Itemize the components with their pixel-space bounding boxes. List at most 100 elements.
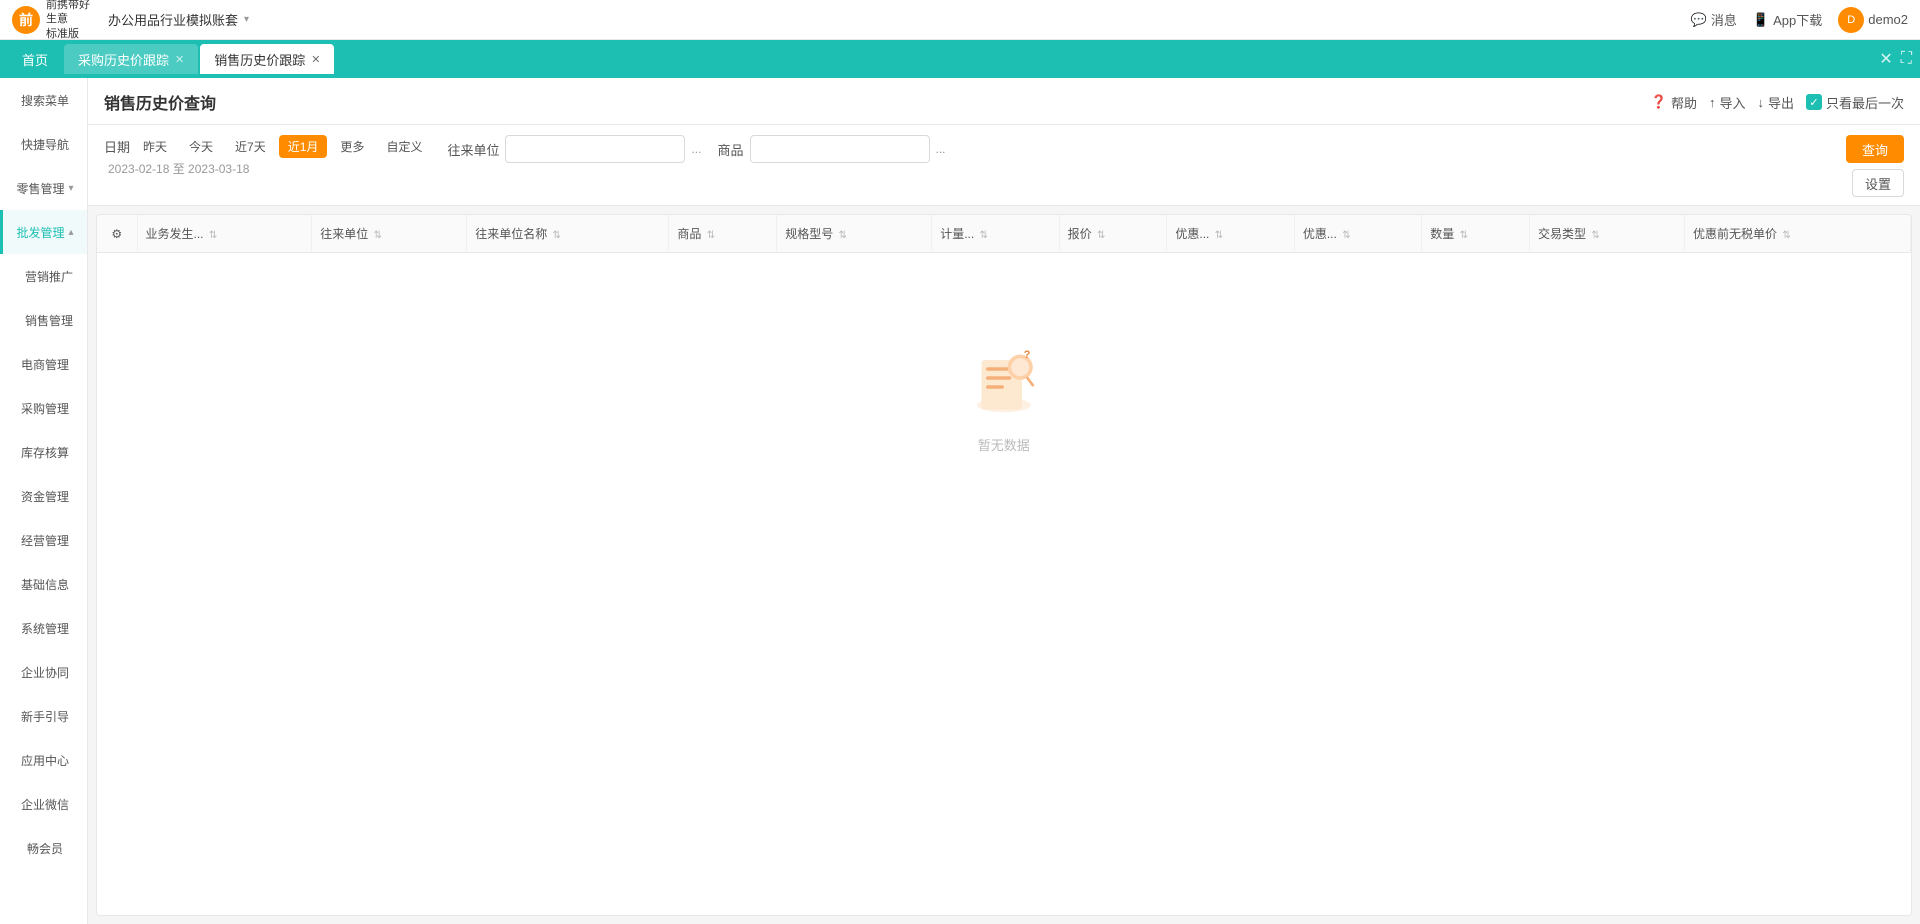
th-unit[interactable]: 计量... ⇅ xyxy=(932,215,1059,253)
th-product[interactable]: 商品 ⇅ xyxy=(669,215,777,253)
product-dots[interactable]: ... xyxy=(936,142,946,156)
logo-text: 前携带好生意 标准版 xyxy=(46,0,100,41)
sidebar-item-newcomer[interactable]: 新手引导 xyxy=(0,694,87,738)
date-btn-last7[interactable]: 近7天 xyxy=(226,135,275,158)
sidebar-item-app-center[interactable]: 应用中心 xyxy=(0,738,87,782)
sidebar-item-purchase-mgmt[interactable]: 采购管理 xyxy=(0,386,87,430)
date-btn-custom[interactable]: 自定义 xyxy=(377,135,431,158)
sort-icon: ⇅ xyxy=(1215,230,1223,241)
industry-dropdown-icon[interactable]: ▾ xyxy=(244,14,249,25)
th-no-tax-price[interactable]: 优惠前无税单价 ⇅ xyxy=(1685,215,1911,253)
sidebar-item-system-mgmt[interactable]: 系统管理 xyxy=(0,606,87,650)
app-download-button[interactable]: 📱 App下载 xyxy=(1753,10,1822,29)
sidebar: 搜索菜单 快捷导航 零售管理 ▾ 批发管理 ▴ 营销推广 销售管理 电商管理 采… xyxy=(0,78,88,924)
tab-home[interactable]: 首页 xyxy=(8,44,62,74)
sort-icon: ⇅ xyxy=(553,230,561,241)
unit-filter-group: 往来单位 ... xyxy=(447,135,701,163)
sort-icon: ⇅ xyxy=(1591,230,1599,241)
sort-icon: ⇅ xyxy=(839,230,847,241)
th-unit-code[interactable]: 往来单位 ⇅ xyxy=(312,215,467,253)
query-button[interactable]: 查询 xyxy=(1846,135,1904,163)
sidebar-item-operations[interactable]: 经营管理 xyxy=(0,518,87,562)
sidebar-item-membership[interactable]: 畅会员 xyxy=(0,826,87,870)
sidebar-item-search-menu[interactable]: 搜索菜单 xyxy=(0,78,87,122)
top-right: 💬 消息 📱 App下载 D demo2 xyxy=(1691,7,1908,33)
sidebar-item-finance[interactable]: 资金管理 xyxy=(0,474,87,518)
logo-icon: 前 xyxy=(12,6,40,34)
sidebar-item-inventory[interactable]: 库存核算 xyxy=(0,430,87,474)
content-area: 销售历史价查询 ❓ 帮助 ↑ 导入 ↓ 导出 ✓ xyxy=(88,78,1920,924)
industry-selector[interactable]: 办公用品行业模拟账套 xyxy=(108,10,238,29)
th-unit-name[interactable]: 往来单位名称 ⇅ xyxy=(467,215,669,253)
filter-right: 查询 设置 xyxy=(1846,135,1904,197)
help-icon: ❓ xyxy=(1651,94,1667,110)
sidebar-item-ecommerce-mgmt[interactable]: 电商管理 xyxy=(0,342,87,386)
import-icon: ↑ xyxy=(1709,95,1716,110)
sidebar-item-wholesale-mgmt[interactable]: 批发管理 ▴ xyxy=(0,210,87,254)
tab-purchase-close[interactable]: ✕ xyxy=(175,53,184,66)
chevron-up-icon: ▴ xyxy=(68,227,73,238)
filter-date-group: 日期 昨天 今天 近7天 近1月 更多 自定义 2023-02-18 至 202… xyxy=(104,135,431,177)
filter-date-top: 日期 昨天 今天 近7天 近1月 更多 自定义 xyxy=(104,135,431,158)
tab-sales-close[interactable]: ✕ xyxy=(311,53,320,66)
product-input[interactable] xyxy=(750,135,930,163)
product-filter-group: 商品 ... xyxy=(717,135,945,163)
th-discount1[interactable]: 优惠... ⇅ xyxy=(1167,215,1294,253)
date-btn-yesterday[interactable]: 昨天 xyxy=(134,135,176,158)
sidebar-item-enterprise-agreement[interactable]: 企业协同 xyxy=(0,650,87,694)
tab-bar-right: ✕ ⛶ xyxy=(1879,49,1912,69)
main-layout: 搜索菜单 快捷导航 零售管理 ▾ 批发管理 ▴ 营销推广 销售管理 电商管理 采… xyxy=(0,78,1920,924)
close-window-icon[interactable]: ✕ xyxy=(1879,49,1892,69)
checkbox-checked-icon: ✓ xyxy=(1806,94,1822,110)
th-gear[interactable]: ⚙ xyxy=(97,215,137,253)
date-range: 2023-02-18 至 2023-03-18 xyxy=(108,160,431,177)
svg-text:?: ? xyxy=(1024,349,1031,361)
unit-input[interactable] xyxy=(505,135,685,163)
sort-icon: ⇅ xyxy=(707,230,715,241)
filter-row: 日期 昨天 今天 近7天 近1月 更多 自定义 2023-02-18 至 202… xyxy=(88,125,1920,206)
import-button[interactable]: ↑ 导入 xyxy=(1709,93,1746,112)
top-bar: 前 前携带好生意 标准版 办公用品行业模拟账套 ▾ 💬 消息 📱 App下载 D… xyxy=(0,0,1920,40)
table-body: ? 暂无数据 xyxy=(97,253,1911,535)
empty-state-row: ? 暂无数据 xyxy=(97,253,1911,535)
sidebar-item-enterprise-wechat[interactable]: 企业微信 xyxy=(0,782,87,826)
tab-purchase[interactable]: 采购历史价跟踪 ✕ xyxy=(64,44,198,74)
sidebar-item-marketing[interactable]: 营销推广 xyxy=(0,254,87,298)
th-quantity[interactable]: 数量 ⇅ xyxy=(1422,215,1530,253)
tab-sales[interactable]: 销售历史价跟踪 ✕ xyxy=(200,44,334,74)
th-quote[interactable]: 报价 ⇅ xyxy=(1059,215,1167,253)
th-biz-date[interactable]: 业务发生... ⇅ xyxy=(137,215,312,253)
sidebar-item-retail-mgmt[interactable]: 零售管理 ▾ xyxy=(0,166,87,210)
empty-state: ? 暂无数据 xyxy=(97,253,1911,534)
maximize-icon[interactable]: ⛶ xyxy=(1901,50,1912,68)
page-actions: ❓ 帮助 ↑ 导入 ↓ 导出 ✓ 只看最后一次 xyxy=(1651,93,1904,112)
date-btn-last1m[interactable]: 近1月 xyxy=(279,135,328,158)
only-last-checkbox[interactable]: ✓ 只看最后一次 xyxy=(1806,93,1904,112)
unit-label: 往来单位 xyxy=(447,140,499,159)
sort-icon: ⇅ xyxy=(1782,230,1790,241)
date-options: 昨天 今天 近7天 近1月 更多 自定义 xyxy=(134,135,431,158)
empty-state-cell: ? 暂无数据 xyxy=(97,253,1911,535)
table-header-row: ⚙ 业务发生... ⇅ 往来单位 ⇅ 往来单位名称 ⇅ xyxy=(97,215,1911,253)
th-spec[interactable]: 规格型号 ⇅ xyxy=(777,215,932,253)
sidebar-item-quick-nav[interactable]: 快捷导航 xyxy=(0,122,87,166)
help-button[interactable]: ❓ 帮助 xyxy=(1651,93,1697,112)
th-trade-type[interactable]: 交易类型 ⇅ xyxy=(1530,215,1685,253)
th-discount2[interactable]: 优惠... ⇅ xyxy=(1294,215,1421,253)
unit-dots[interactable]: ... xyxy=(691,142,701,156)
top-middle: 办公用品行业模拟账套 ▾ xyxy=(108,10,1683,29)
empty-text: 暂无数据 xyxy=(978,435,1030,454)
sort-icon: ⇅ xyxy=(980,230,988,241)
table-header: ⚙ 业务发生... ⇅ 往来单位 ⇅ 往来单位名称 ⇅ xyxy=(97,215,1911,253)
export-button[interactable]: ↓ 导出 xyxy=(1757,93,1794,112)
sidebar-item-basic-info[interactable]: 基础信息 xyxy=(0,562,87,606)
sidebar-item-sales-mgmt[interactable]: 销售管理 xyxy=(0,298,87,342)
user-profile[interactable]: D demo2 xyxy=(1838,7,1908,33)
settings-button[interactable]: 设置 xyxy=(1852,169,1904,197)
date-label: 日期 xyxy=(104,137,130,156)
message-button[interactable]: 💬 消息 xyxy=(1691,10,1737,29)
chevron-down-icon: ▾ xyxy=(68,183,73,194)
date-btn-today[interactable]: 今天 xyxy=(180,135,222,158)
sort-icon: ⇅ xyxy=(374,230,382,241)
date-btn-more[interactable]: 更多 xyxy=(331,135,373,158)
